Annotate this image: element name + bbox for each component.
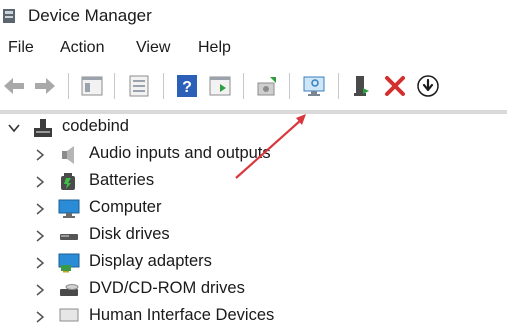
menu-help[interactable]: Help xyxy=(198,39,231,57)
menu-view[interactable]: View xyxy=(136,39,170,57)
toolbar-separator xyxy=(338,73,339,99)
disk-drive-icon xyxy=(60,234,78,240)
chevron-right-icon[interactable] xyxy=(34,311,46,323)
speaker-icon xyxy=(62,146,74,164)
tree-item-computer[interactable]: Computer xyxy=(0,197,200,221)
properties-icon[interactable] xyxy=(127,74,151,98)
disable-device-icon[interactable] xyxy=(416,74,440,98)
help-icon[interactable]: ? xyxy=(175,74,199,98)
tree-item-display-adapters[interactable]: Display adapters xyxy=(0,251,240,275)
menu-bar: File Action View Help xyxy=(0,36,507,62)
toolbar-separator xyxy=(68,73,69,99)
monitor-icon xyxy=(58,199,80,218)
back-arrow-icon[interactable] xyxy=(2,74,26,98)
chevron-right-icon[interactable] xyxy=(34,203,46,215)
tree-item-dvd-drives[interactable]: DVD/CD-ROM drives xyxy=(0,278,280,302)
uninstall-device-icon[interactable] xyxy=(383,74,407,98)
chevron-right-icon[interactable] xyxy=(34,230,46,242)
toolbar-separator xyxy=(289,73,290,99)
enable-device-icon[interactable] xyxy=(350,74,374,98)
hid-icon xyxy=(59,308,79,322)
toolbar-separator xyxy=(114,73,115,99)
title-bar: Device Manager xyxy=(0,0,507,34)
chevron-right-icon[interactable] xyxy=(34,149,46,161)
battery-icon xyxy=(61,173,75,190)
device-tree: codebind Audio inputs and outputs Batter… xyxy=(0,114,507,324)
computer-root-icon xyxy=(34,119,52,137)
tree-root-label: codebind xyxy=(62,117,129,135)
device-manager-icon xyxy=(3,9,15,23)
update-driver-icon[interactable] xyxy=(255,74,279,98)
tree-item-batteries[interactable]: Batteries xyxy=(0,170,200,194)
tree-item-label: Human Interface Devices xyxy=(89,306,275,324)
toolbar-separator xyxy=(163,73,164,99)
toolbar: ? xyxy=(0,68,507,104)
tree-item-label: DVD/CD-ROM drives xyxy=(89,279,245,297)
window-title: Device Manager xyxy=(28,6,152,25)
chevron-right-icon[interactable] xyxy=(34,284,46,296)
chevron-right-icon[interactable] xyxy=(34,257,46,269)
dvd-drive-icon xyxy=(60,284,79,296)
display-adapter-icon xyxy=(58,253,80,273)
tree-item-label: Audio inputs and outputs xyxy=(89,144,271,162)
scan-hardware-changes-icon[interactable] xyxy=(302,74,326,98)
menu-action[interactable]: Action xyxy=(60,39,104,57)
show-hide-console-tree-icon[interactable] xyxy=(80,74,104,98)
tree-item-hid[interactable]: Human Interface Devices xyxy=(0,305,320,329)
tree-item-label: Batteries xyxy=(89,171,155,189)
chevron-down-icon[interactable] xyxy=(8,122,20,134)
svg-text:?: ? xyxy=(182,79,192,96)
tree-root[interactable]: codebind xyxy=(0,116,200,140)
toolbar-separator xyxy=(243,73,244,99)
action-pane-icon[interactable] xyxy=(208,74,232,98)
forward-arrow-icon[interactable] xyxy=(33,74,57,98)
tree-item-disk-drives[interactable]: Disk drives xyxy=(0,224,200,248)
chevron-right-icon[interactable] xyxy=(34,176,46,188)
tree-item-audio[interactable]: Audio inputs and outputs xyxy=(0,143,320,167)
menu-file[interactable]: File xyxy=(8,39,34,57)
tree-item-label: Computer xyxy=(89,198,162,216)
tree-item-label: Display adapters xyxy=(89,252,212,270)
tree-item-label: Disk drives xyxy=(89,225,170,243)
